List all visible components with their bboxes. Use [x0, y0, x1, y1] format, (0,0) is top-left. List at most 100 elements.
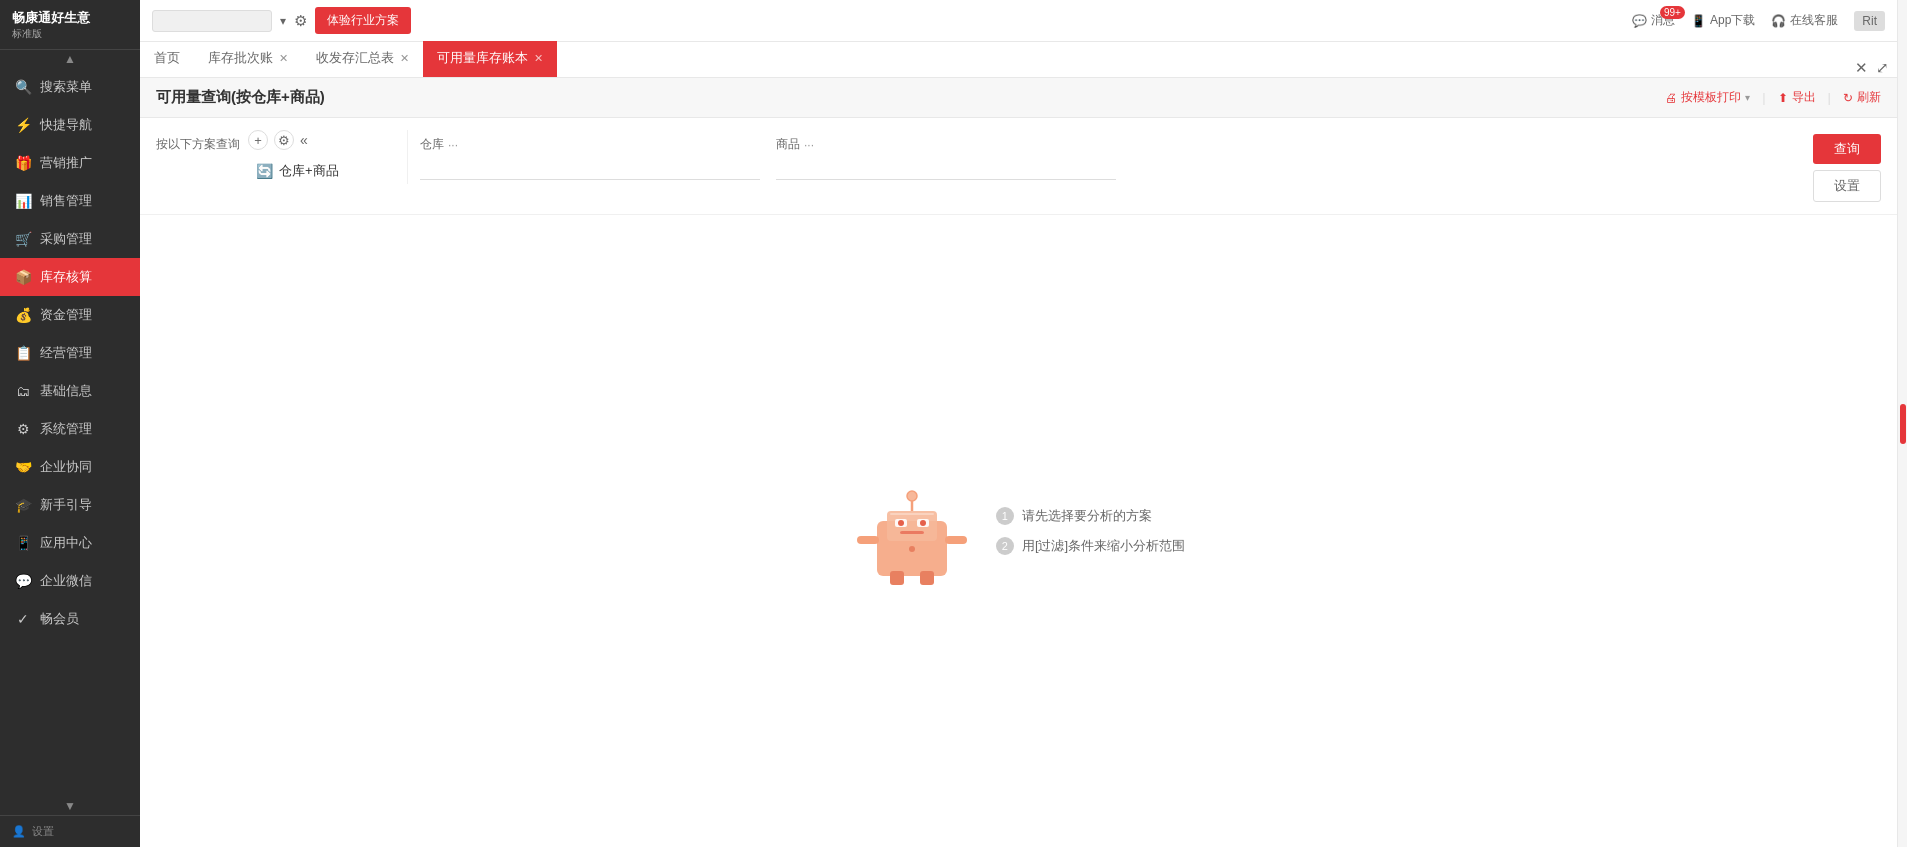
sidebar-item-member[interactable]: ✓ 畅会员: [0, 600, 140, 638]
svg-point-11: [909, 546, 915, 552]
sidebar-item-inventory[interactable]: 📦 库存核算: [0, 258, 140, 296]
print-label: 按模板打印: [1681, 89, 1741, 106]
sidebar-item-label: 企业微信: [40, 572, 92, 590]
empty-tip-2: 2 用[过滤]条件来缩小分析范围: [996, 537, 1185, 555]
svg-point-4: [898, 520, 904, 526]
tip-num-1: 1: [996, 507, 1014, 525]
topbar-app-download[interactable]: 📱 App下载: [1691, 12, 1755, 29]
sidebar-item-app-center[interactable]: 📱 应用中心: [0, 524, 140, 562]
msg-badge: 99+: [1660, 6, 1685, 19]
scheme-controls: + ⚙ «: [248, 130, 395, 150]
refresh-btn[interactable]: ↻ 刷新: [1843, 89, 1881, 106]
tab-home[interactable]: 首页: [140, 41, 194, 77]
scheme-settings-btn[interactable]: ⚙: [274, 130, 294, 150]
tab-close-all-icon[interactable]: ✕: [1855, 59, 1868, 77]
sidebar-item-finance[interactable]: 💰 资金管理: [0, 296, 140, 334]
svg-rect-9: [890, 571, 904, 585]
svg-rect-6: [900, 531, 924, 534]
brand-sub: 标准版: [12, 27, 128, 41]
right-scrollbar[interactable]: [1897, 0, 1907, 847]
topbar-gear-icon[interactable]: ⚙: [294, 12, 307, 30]
purchase-icon: 🛒: [14, 231, 32, 247]
warehouse-more-btn[interactable]: ···: [448, 138, 458, 152]
sidebar-item-label: 快捷导航: [40, 116, 92, 134]
page-content: 可用量查询(按仓库+商品) 🖨 按模板打印 ▾ | ⬆ 导出 | ↻ 刷新: [140, 78, 1897, 847]
empty-tips: 1 请先选择要分析的方案 2 用[过滤]条件来缩小分析范围: [996, 507, 1185, 555]
filter-label: 按以下方案查询: [156, 130, 240, 153]
sidebar-item-operation[interactable]: 📋 经营管理: [0, 334, 140, 372]
sidebar-item-enterprise[interactable]: 🤝 企业协同: [0, 448, 140, 486]
svg-point-5: [920, 520, 926, 526]
tabs-controls: ✕ ⤢: [1847, 59, 1897, 77]
sales-icon: 📊: [14, 193, 32, 209]
sidebar-footer: 👤 设置: [0, 815, 140, 847]
tabs-bar: 首页 库存批次账 ✕ 收发存汇总表 ✕ 可用量库存账本 ✕ ✕ ⤢: [140, 42, 1897, 78]
tab-batch-account-label: 库存批次账: [208, 49, 273, 67]
refresh-icon: ↻: [1843, 91, 1853, 105]
search-menu-icon: 🔍: [14, 79, 32, 95]
topbar-user[interactable]: Rit: [1854, 11, 1885, 31]
tab-home-label: 首页: [154, 49, 180, 67]
tab-receive-summary[interactable]: 收发存汇总表 ✕: [302, 41, 423, 77]
sidebar-item-sales[interactable]: 📊 销售管理: [0, 182, 140, 220]
filter-goods-label: 商品 ···: [776, 136, 1116, 153]
svg-point-13: [907, 491, 917, 501]
scheme-add-btn[interactable]: +: [248, 130, 268, 150]
service-icon: 🎧: [1771, 14, 1786, 28]
topbar-dropdown-icon[interactable]: ▾: [280, 14, 286, 28]
sidebar-item-label: 资金管理: [40, 306, 92, 324]
print-icon: 🖨: [1665, 91, 1677, 105]
sidebar-item-label: 销售管理: [40, 192, 92, 210]
tab-available-ledger-close[interactable]: ✕: [534, 52, 543, 65]
filter-field-warehouse: 仓库 ···: [420, 136, 760, 180]
svg-rect-1: [887, 511, 937, 541]
print-btn[interactable]: 🖨 按模板打印 ▾: [1665, 89, 1750, 106]
sidebar-item-system[interactable]: ⚙ 系统管理: [0, 410, 140, 448]
scheme-item-warehouse-goods[interactable]: 🔄 仓库+商品: [248, 158, 395, 184]
sidebar-item-search-menu[interactable]: 🔍 搜索菜单: [0, 68, 140, 106]
page-header-actions: 🖨 按模板打印 ▾ | ⬆ 导出 | ↻ 刷新: [1665, 89, 1881, 106]
empty-tip-1: 1 请先选择要分析的方案: [996, 507, 1185, 525]
service-label: 在线客服: [1790, 12, 1838, 29]
sidebar-item-marketing[interactable]: 🎁 营销推广: [0, 144, 140, 182]
svg-rect-14: [890, 513, 934, 515]
header-divider2: |: [1828, 90, 1831, 105]
inventory-icon: 📦: [14, 269, 32, 285]
sidebar-item-purchase[interactable]: 🛒 采购管理: [0, 220, 140, 258]
export-btn[interactable]: ⬆ 导出: [1778, 89, 1816, 106]
tab-expand-icon[interactable]: ⤢: [1876, 59, 1889, 77]
goods-more-btn[interactable]: ···: [804, 138, 814, 152]
query-button[interactable]: 查询: [1813, 134, 1881, 164]
sidebar-item-enterprise-wechat[interactable]: 💬 企业微信: [0, 562, 140, 600]
sidebar-item-newbie[interactable]: 🎓 新手引导: [0, 486, 140, 524]
sidebar-item-label: 基础信息: [40, 382, 92, 400]
tab-receive-summary-close[interactable]: ✕: [400, 52, 409, 65]
filter-field-goods: 商品 ···: [776, 136, 1116, 180]
sidebar-item-label: 库存核算: [40, 268, 92, 286]
tab-batch-account[interactable]: 库存批次账 ✕: [194, 41, 302, 77]
scheme-icon: 🔄: [256, 163, 273, 179]
tab-available-ledger-label: 可用量库存账本: [437, 49, 528, 67]
sidebar-item-quick-nav[interactable]: ⚡ 快捷导航: [0, 106, 140, 144]
warehouse-input[interactable]: [420, 157, 760, 180]
sidebar-item-label: 企业协同: [40, 458, 92, 476]
topbar-msg[interactable]: 💬 消息 99+: [1632, 12, 1675, 29]
page-title: 可用量查询(按仓库+商品): [156, 88, 325, 107]
scheme-item-label: 仓库+商品: [279, 162, 339, 180]
topbar-service[interactable]: 🎧 在线客服: [1771, 12, 1838, 29]
sidebar-item-label: 营销推广: [40, 154, 92, 172]
goods-input[interactable]: [776, 157, 1116, 180]
enterprise-icon: 🤝: [14, 459, 32, 475]
setting-button[interactable]: 设置: [1813, 170, 1881, 202]
tab-receive-summary-label: 收发存汇总表: [316, 49, 394, 67]
sidebar-scroll-down[interactable]: ▼: [0, 797, 140, 815]
scheme-collapse-btn[interactable]: «: [300, 132, 308, 148]
topbar-search-input[interactable]: [152, 10, 272, 32]
industry-btn[interactable]: 体验行业方案: [315, 7, 411, 34]
tab-batch-account-close[interactable]: ✕: [279, 52, 288, 65]
sidebar-scroll-up[interactable]: ▲: [0, 50, 140, 68]
sidebar-item-basic[interactable]: 🗂 基础信息: [0, 372, 140, 410]
tab-available-ledger[interactable]: 可用量库存账本 ✕: [423, 41, 557, 77]
export-icon: ⬆: [1778, 91, 1788, 105]
page-header: 可用量查询(按仓库+商品) 🖨 按模板打印 ▾ | ⬆ 导出 | ↻ 刷新: [140, 78, 1897, 118]
